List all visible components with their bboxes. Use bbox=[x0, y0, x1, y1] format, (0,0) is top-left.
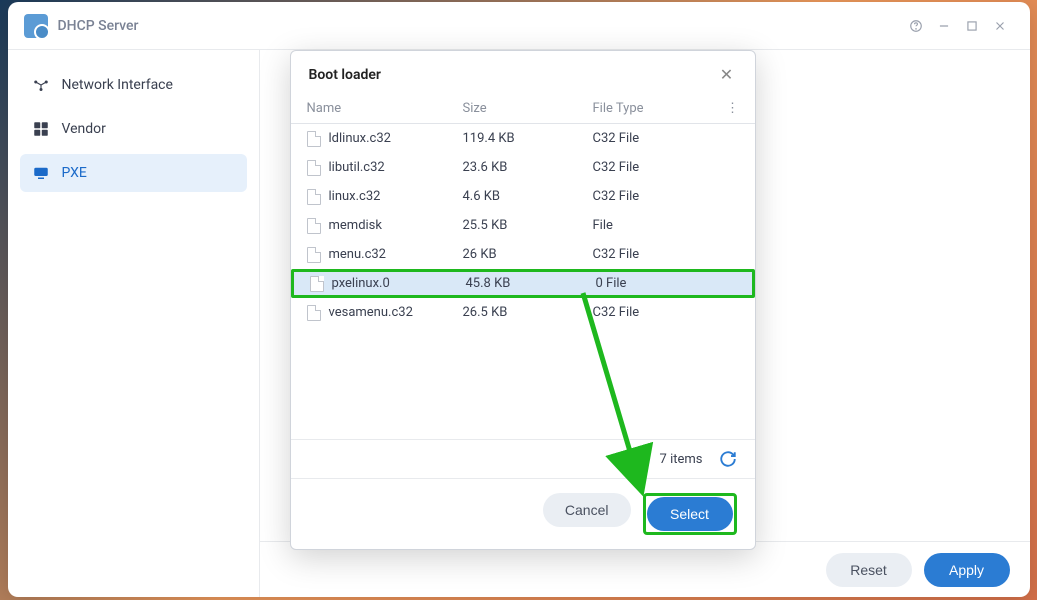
file-icon bbox=[307, 218, 321, 234]
dialog-title: Boot loader bbox=[309, 67, 381, 83]
dialog-close-button[interactable]: ✕ bbox=[717, 65, 737, 84]
file-name: pxelinux.0 bbox=[332, 276, 390, 291]
file-icon bbox=[307, 131, 321, 147]
file-row[interactable]: menu.c32 26 KBC32 File bbox=[291, 240, 755, 269]
boot-loader-dialog: Boot loader ✕ Name Size File Type ⋮ ldli… bbox=[290, 50, 756, 550]
file-type: C32 File bbox=[593, 305, 743, 320]
titlebar: DHCP Server bbox=[8, 2, 1030, 50]
file-icon bbox=[307, 305, 321, 321]
select-highlight: Select bbox=[643, 493, 737, 535]
file-size: 4.6 KB bbox=[463, 189, 593, 204]
file-type: C32 File bbox=[593, 160, 743, 175]
cancel-button[interactable]: Cancel bbox=[543, 493, 631, 527]
file-row[interactable]: ldlinux.c32 119.4 KBC32 File bbox=[291, 124, 755, 153]
file-size: 25.5 KB bbox=[463, 218, 593, 233]
file-name: linux.c32 bbox=[329, 189, 381, 204]
file-row[interactable]: linux.c32 4.6 KBC32 File bbox=[291, 182, 755, 211]
column-header-type[interactable]: File Type bbox=[593, 101, 723, 116]
refresh-button[interactable] bbox=[719, 450, 737, 468]
file-size: 45.8 KB bbox=[466, 276, 596, 291]
maximize-icon bbox=[965, 19, 979, 33]
sidebar-item-vendor[interactable]: Vendor bbox=[20, 110, 247, 148]
minimize-icon bbox=[937, 19, 951, 33]
file-type: C32 File bbox=[593, 131, 743, 146]
network-icon bbox=[32, 76, 50, 94]
file-type: C32 File bbox=[593, 247, 743, 262]
close-window-button[interactable] bbox=[986, 12, 1014, 40]
apply-button[interactable]: Apply bbox=[924, 553, 1010, 587]
file-row[interactable]: memdisk 25.5 KBFile bbox=[291, 211, 755, 240]
file-type: File bbox=[593, 218, 743, 233]
app-icon bbox=[24, 14, 48, 38]
file-size: 23.6 KB bbox=[463, 160, 593, 175]
file-type: C32 File bbox=[593, 189, 743, 204]
vendor-icon bbox=[32, 120, 50, 138]
maximize-button[interactable] bbox=[958, 12, 986, 40]
file-row[interactable]: libutil.c32 23.6 KBC32 File bbox=[291, 153, 755, 182]
sidebar-item-network-interface[interactable]: Network Interface bbox=[20, 66, 247, 104]
reset-button[interactable]: Reset bbox=[826, 553, 912, 587]
select-button[interactable]: Select bbox=[647, 497, 733, 531]
file-size: 26.5 KB bbox=[463, 305, 593, 320]
minimize-button[interactable] bbox=[930, 12, 958, 40]
dhcp-server-window: DHCP Server Network Interface bbox=[8, 2, 1030, 597]
window-title: DHCP Server bbox=[58, 18, 139, 34]
help-button[interactable] bbox=[902, 12, 930, 40]
file-name: menu.c32 bbox=[329, 247, 386, 262]
sidebar: Network Interface Vendor PXE bbox=[8, 50, 260, 597]
file-list-header: Name Size File Type ⋮ bbox=[291, 94, 755, 124]
column-menu-button[interactable]: ⋮ bbox=[723, 101, 743, 116]
help-icon bbox=[909, 19, 923, 33]
file-list-footer: 7 items bbox=[291, 439, 755, 479]
sidebar-item-label: PXE bbox=[62, 165, 87, 181]
pxe-icon bbox=[32, 164, 50, 182]
close-icon bbox=[993, 19, 1007, 33]
sidebar-item-label: Network Interface bbox=[62, 77, 173, 93]
file-type: 0 File bbox=[596, 276, 740, 291]
file-icon bbox=[307, 247, 321, 263]
column-header-size[interactable]: Size bbox=[463, 101, 593, 116]
file-name: vesamenu.c32 bbox=[329, 305, 413, 320]
column-header-name[interactable]: Name bbox=[303, 101, 463, 116]
file-size: 119.4 KB bbox=[463, 131, 593, 146]
sidebar-item-pxe[interactable]: PXE bbox=[20, 154, 247, 192]
file-name: libutil.c32 bbox=[329, 160, 385, 175]
file-icon bbox=[307, 160, 321, 176]
file-icon bbox=[310, 276, 324, 292]
file-name: ldlinux.c32 bbox=[329, 131, 391, 146]
sidebar-item-label: Vendor bbox=[62, 121, 106, 137]
file-size: 26 KB bbox=[463, 247, 593, 262]
file-name: memdisk bbox=[329, 218, 383, 233]
file-list: ldlinux.c32119.4 KBC32 Filelibutil.c3223… bbox=[291, 124, 755, 439]
file-icon bbox=[307, 189, 321, 205]
refresh-icon bbox=[719, 450, 737, 468]
item-count: 7 items bbox=[660, 452, 703, 467]
file-row[interactable]: pxelinux.0 45.8 KB0 File bbox=[291, 269, 755, 298]
file-row[interactable]: vesamenu.c32 26.5 KBC32 File bbox=[291, 298, 755, 327]
